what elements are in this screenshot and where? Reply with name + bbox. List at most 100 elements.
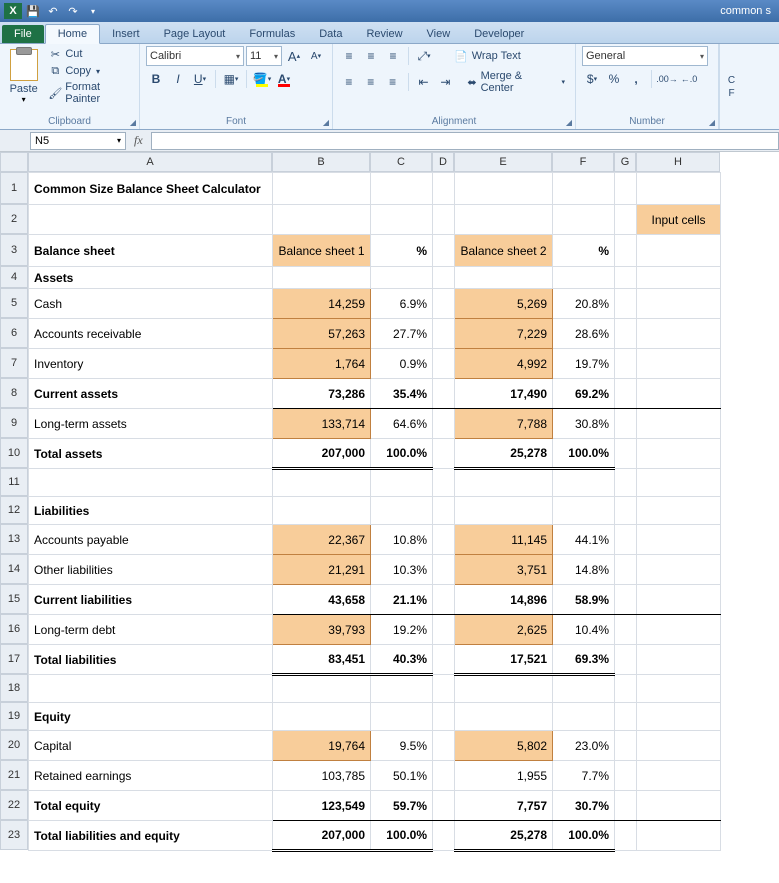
cell-e-22[interactable]: 25,278 — [455, 821, 553, 851]
cell-f-9[interactable]: 100.0% — [553, 439, 615, 469]
paste-button[interactable]: Paste ▾ — [6, 46, 41, 107]
align-left-button[interactable]: ≡ — [339, 72, 359, 92]
cell-e-14[interactable]: 14,896 — [455, 585, 553, 615]
row-header-6[interactable]: 6 — [0, 318, 28, 348]
cell-f-15[interactable]: 10.4% — [553, 615, 615, 645]
tab-formulas[interactable]: Formulas — [237, 25, 307, 43]
row-header-1[interactable]: 1 — [0, 172, 28, 204]
cell-hdr-pct1[interactable]: % — [371, 235, 433, 267]
cell-f-8[interactable]: 30.8% — [553, 409, 615, 439]
row-header-2[interactable]: 2 — [0, 204, 28, 234]
cell-equity-header[interactable]: Equity — [29, 703, 273, 731]
cell-label-13[interactable]: Other liabilities — [29, 555, 273, 585]
cell-b-16[interactable]: 83,451 — [273, 645, 371, 675]
accounting-format-button[interactable]: $▾ — [582, 69, 602, 89]
cell-c-16[interactable]: 40.3% — [371, 645, 433, 675]
merge-center-button[interactable]: ⬌Merge & Center▾ — [463, 69, 569, 95]
tab-data[interactable]: Data — [307, 25, 354, 43]
cell-e-15[interactable]: 2,625 — [455, 615, 553, 645]
cell-c-19[interactable]: 9.5% — [371, 731, 433, 761]
row-header-19[interactable]: 19 — [0, 702, 28, 730]
cell-f-22[interactable]: 100.0% — [553, 821, 615, 851]
cell-label-9[interactable]: Total assets — [29, 439, 273, 469]
row-header-21[interactable]: 21 — [0, 760, 28, 790]
cell-label-7[interactable]: Current assets — [29, 379, 273, 409]
row-header-9[interactable]: 9 — [0, 408, 28, 438]
cell-b-19[interactable]: 19,764 — [273, 731, 371, 761]
name-box[interactable]: N5▾ — [30, 132, 126, 150]
percent-format-button[interactable]: % — [604, 69, 624, 89]
cell-label-4[interactable]: Cash — [29, 289, 273, 319]
cell-b-4[interactable]: 14,259 — [273, 289, 371, 319]
cell-title[interactable]: Common Size Balance Sheet Calculator — [29, 173, 273, 205]
cell-c-22[interactable]: 100.0% — [371, 821, 433, 851]
cell-c-6[interactable]: 0.9% — [371, 349, 433, 379]
align-bottom-button[interactable]: ≡ — [383, 46, 403, 66]
cell-e-16[interactable]: 17,521 — [455, 645, 553, 675]
row-header-17[interactable]: 17 — [0, 644, 28, 674]
undo-icon[interactable]: ↶ — [44, 3, 62, 19]
row-header-5[interactable]: 5 — [0, 288, 28, 318]
save-icon[interactable]: 💾 — [24, 3, 42, 19]
row-header-15[interactable]: 15 — [0, 584, 28, 614]
cell-b-5[interactable]: 57,263 — [273, 319, 371, 349]
shrink-font-button[interactable]: A▾ — [306, 46, 326, 66]
cell-assets-header[interactable]: Assets — [29, 267, 273, 289]
cell-hdr-bs1[interactable]: Balance sheet 1 — [273, 235, 371, 267]
cell-c-9[interactable]: 100.0% — [371, 439, 433, 469]
orientation-button[interactable]: ⤢▾ — [414, 46, 434, 66]
formula-bar[interactable] — [151, 132, 779, 150]
cell-e-7[interactable]: 17,490 — [455, 379, 553, 409]
row-header-7[interactable]: 7 — [0, 348, 28, 378]
tab-file[interactable]: File — [2, 25, 44, 43]
cell-label-19[interactable]: Capital — [29, 731, 273, 761]
cell-b-12[interactable]: 22,367 — [273, 525, 371, 555]
row-header-11[interactable]: 11 — [0, 468, 28, 496]
col-header-C[interactable]: C — [370, 152, 432, 172]
fill-color-button[interactable]: 🪣▾ — [252, 69, 272, 89]
cell-f-5[interactable]: 28.6% — [553, 319, 615, 349]
cell-label-5[interactable]: Accounts receivable — [29, 319, 273, 349]
row-header-10[interactable]: 10 — [0, 438, 28, 468]
cell-label-21[interactable]: Total equity — [29, 791, 273, 821]
cell-b-9[interactable]: 207,000 — [273, 439, 371, 469]
cell-e-9[interactable]: 25,278 — [455, 439, 553, 469]
tab-developer[interactable]: Developer — [462, 25, 536, 43]
cell-e-13[interactable]: 3,751 — [455, 555, 553, 585]
cell-f-7[interactable]: 69.2% — [553, 379, 615, 409]
cell-c-14[interactable]: 21.1% — [371, 585, 433, 615]
cut-button[interactable]: ✂Cut — [45, 46, 133, 62]
increase-decimal-button[interactable]: .00→ — [657, 69, 677, 89]
row-header-18[interactable]: 18 — [0, 674, 28, 702]
cell-b-7[interactable]: 73,286 — [273, 379, 371, 409]
bold-button[interactable]: B — [146, 69, 166, 89]
align-center-button[interactable]: ≡ — [361, 72, 381, 92]
spreadsheet-grid[interactable]: 1234567891011121314151617181920212223 AB… — [0, 152, 779, 852]
cell-f-14[interactable]: 58.9% — [553, 585, 615, 615]
font-color-button[interactable]: A▾ — [274, 69, 294, 89]
cell-e-12[interactable]: 11,145 — [455, 525, 553, 555]
increase-indent-button[interactable]: ⇥ — [436, 72, 456, 92]
cell-balance-sheet-label[interactable]: Balance sheet — [29, 235, 273, 267]
cell-f-19[interactable]: 23.0% — [553, 731, 615, 761]
qat-dropdown-icon[interactable]: ▾ — [84, 3, 102, 19]
cell-c-5[interactable]: 27.7% — [371, 319, 433, 349]
decrease-decimal-button[interactable]: ←.0 — [679, 69, 699, 89]
cell-c-4[interactable]: 6.9% — [371, 289, 433, 319]
cell-b-13[interactable]: 21,291 — [273, 555, 371, 585]
row-header-14[interactable]: 14 — [0, 554, 28, 584]
comma-format-button[interactable]: , — [626, 69, 646, 89]
cell-input-legend[interactable]: Input cells — [637, 205, 721, 235]
cell-f-16[interactable]: 69.3% — [553, 645, 615, 675]
col-header-B[interactable]: B — [272, 152, 370, 172]
row-header-13[interactable]: 13 — [0, 524, 28, 554]
col-header-A[interactable]: A — [28, 152, 272, 172]
wrap-text-button[interactable]: 📄Wrap Text — [450, 49, 525, 64]
cell-label-22[interactable]: Total liabilities and equity — [29, 821, 273, 851]
fx-icon[interactable]: fx — [134, 133, 143, 148]
font-launcher[interactable]: ◢ — [323, 118, 329, 127]
alignment-launcher[interactable]: ◢ — [566, 118, 572, 127]
col-header-G[interactable]: G — [614, 152, 636, 172]
grow-font-button[interactable]: A▴ — [284, 46, 304, 66]
cell-c-7[interactable]: 35.4% — [371, 379, 433, 409]
